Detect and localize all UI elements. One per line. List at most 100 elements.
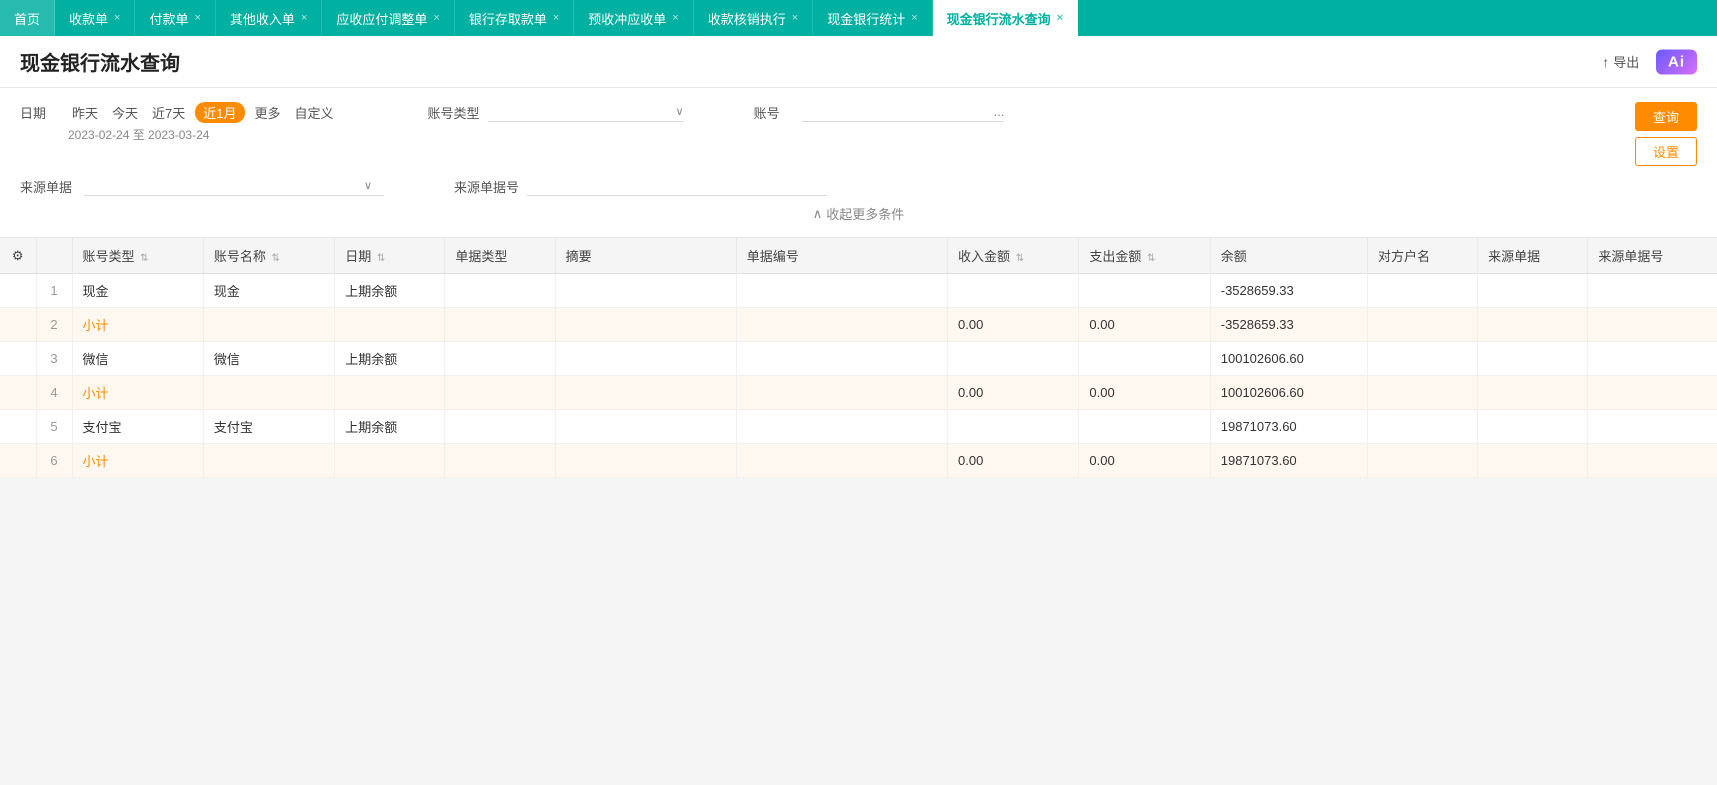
cell-doc-no <box>736 274 947 308</box>
col-seq <box>36 238 72 274</box>
ai-badge[interactable]: Ai <box>1656 49 1697 74</box>
col-expense-label: 支出金额 <box>1089 249 1141 264</box>
cell-date: 上期余额 <box>335 410 445 444</box>
nav-close-receipt[interactable]: × <box>114 12 120 24</box>
nav-close-payment[interactable]: × <box>194 12 200 24</box>
gear-icon[interactable]: ⚙ <box>12 248 24 263</box>
nav-item-home[interactable]: 首页 <box>0 0 55 36</box>
nav-close-bank-flow[interactable]: × <box>1057 12 1063 24</box>
date-range-display: 2023-02-24 至 2023-03-24 <box>68 128 209 142</box>
cell-source-doc-no <box>1588 410 1717 444</box>
account-more-icon[interactable]: ... <box>994 104 1005 119</box>
source-doc-no-input[interactable] <box>527 176 807 195</box>
nav-item-other-income[interactable]: 其他收入单 × <box>216 0 322 36</box>
table-row: 1现金现金上期余额-3528659.33 <box>0 274 1717 308</box>
cell-doc-type <box>445 308 555 342</box>
col-expense[interactable]: 支出金额 ⇅ <box>1079 238 1210 274</box>
cell-expense <box>1079 342 1210 376</box>
cell-counterparty <box>1367 342 1477 376</box>
nav-item-bank-flow[interactable]: 现金银行流水查询 × <box>933 0 1078 36</box>
source-doc-input[interactable] <box>84 176 364 195</box>
cell-settings <box>0 274 36 308</box>
nav-close-bank-stats[interactable]: × <box>911 12 917 24</box>
account-filter: 账号 ... <box>754 102 1005 122</box>
cell-settings <box>0 444 36 478</box>
nav-label-bank-flow: 现金银行流水查询 <box>947 9 1051 28</box>
cell-seq: 4 <box>36 376 72 410</box>
nav-item-advance[interactable]: 预收冲应收单 × <box>574 0 693 36</box>
cell-account-type: 小计 <box>72 376 203 410</box>
cell-account-type: 支付宝 <box>72 410 203 444</box>
page-title: 现金银行流水查询 <box>20 47 180 76</box>
col-summary: 摘要 <box>555 238 736 274</box>
cell-income: 0.00 <box>948 444 1079 478</box>
cell-balance: -3528659.33 <box>1210 274 1367 308</box>
query-button[interactable]: 查询 <box>1635 102 1697 131</box>
nav-close-adjustment[interactable]: × <box>433 12 439 24</box>
cell-account-type: 微信 <box>72 342 203 376</box>
source-doc-no-filter: 来源单据号 <box>454 176 827 196</box>
nav-close-bank-deposit[interactable]: × <box>553 12 559 24</box>
export-button[interactable]: ↑ 导出 <box>1602 52 1639 71</box>
nav-item-write-off[interactable]: 收款核销执行 × <box>694 0 813 36</box>
table-row: 6小计0.000.0019871073.60 <box>0 444 1717 478</box>
cell-doc-type <box>445 376 555 410</box>
col-account-name[interactable]: 账号名称 ⇅ <box>203 238 334 274</box>
filter-buttons: 查询 设置 <box>1635 102 1697 166</box>
nav-item-adjustment[interactable]: 应收应付调整单 × <box>322 0 454 36</box>
shortcut-yesterday[interactable]: 昨天 <box>68 102 102 123</box>
col-source-doc-label: 来源单据 <box>1488 249 1540 264</box>
sort-date-icon[interactable]: ⇅ <box>377 253 385 264</box>
nav-item-bank-deposit[interactable]: 银行存取款单 × <box>455 0 574 36</box>
table-row: 2小计0.000.00-3528659.33 <box>0 308 1717 342</box>
col-settings[interactable]: ⚙ <box>0 238 36 274</box>
cell-expense <box>1079 410 1210 444</box>
sort-expense-icon[interactable]: ⇅ <box>1147 253 1155 264</box>
table-row: 4小计0.000.00100102606.60 <box>0 376 1717 410</box>
col-date[interactable]: 日期 ⇅ <box>335 238 445 274</box>
nav-item-bank-stats[interactable]: 现金银行统计 × <box>813 0 932 36</box>
cell-settings <box>0 410 36 444</box>
shortcut-custom[interactable]: 自定义 <box>291 102 338 123</box>
col-source-doc: 来源单据 <box>1478 238 1588 274</box>
cell-seq: 6 <box>36 444 72 478</box>
cell-seq: 3 <box>36 342 72 376</box>
account-type-dropdown-icon[interactable]: ∨ <box>676 105 684 118</box>
table-header-row: ⚙ 账号类型 ⇅ 账号名称 ⇅ 日期 ⇅ 单据类型 <box>0 238 1717 274</box>
sort-income-icon[interactable]: ⇅ <box>1016 253 1024 264</box>
account-type-input[interactable] <box>488 102 676 121</box>
cell-date <box>335 376 445 410</box>
settings-button[interactable]: 设置 <box>1635 137 1697 166</box>
account-input[interactable] <box>802 102 990 121</box>
cell-date: 上期余额 <box>335 274 445 308</box>
col-counterparty-label: 对方户名 <box>1378 249 1430 264</box>
nav-close-write-off[interactable]: × <box>792 12 798 24</box>
nav-item-receipt[interactable]: 收款单 × <box>55 0 135 36</box>
nav-close-other-income[interactable]: × <box>301 12 307 24</box>
cell-date <box>335 308 445 342</box>
cell-source-doc <box>1478 410 1588 444</box>
page-header: 现金银行流水查询 ↑ 导出 ↻ 刷新 Ai <box>0 36 1717 88</box>
cell-doc-no <box>736 342 947 376</box>
nav-item-payment[interactable]: 付款单 × <box>135 0 215 36</box>
nav-label-home: 首页 <box>14 9 40 28</box>
shortcut-1month[interactable]: 近1月 <box>195 102 244 123</box>
source-doc-dropdown-icon[interactable]: ∨ <box>364 179 372 192</box>
export-icon: ↑ <box>1602 54 1609 70</box>
cell-doc-type <box>445 410 555 444</box>
collapse-button[interactable]: ∧ 收起更多条件 <box>20 200 1697 227</box>
col-account-type[interactable]: 账号类型 ⇅ <box>72 238 203 274</box>
cell-doc-no <box>736 376 947 410</box>
sort-account-type-icon[interactable]: ⇅ <box>140 253 148 264</box>
shortcut-today[interactable]: 今天 <box>108 102 142 123</box>
shortcut-7days[interactable]: 近7天 <box>148 102 189 123</box>
nav-label-bank-stats: 现金银行统计 <box>827 9 905 28</box>
shortcut-more[interactable]: 更多 <box>251 102 285 123</box>
sort-account-name-icon[interactable]: ⇅ <box>272 253 280 264</box>
nav-close-advance[interactable]: × <box>672 12 678 24</box>
cell-income <box>948 410 1079 444</box>
col-doc-type: 单据类型 <box>445 238 555 274</box>
data-table-container: ⚙ 账号类型 ⇅ 账号名称 ⇅ 日期 ⇅ 单据类型 <box>0 238 1717 478</box>
cell-seq: 5 <box>36 410 72 444</box>
col-income[interactable]: 收入金额 ⇅ <box>948 238 1079 274</box>
